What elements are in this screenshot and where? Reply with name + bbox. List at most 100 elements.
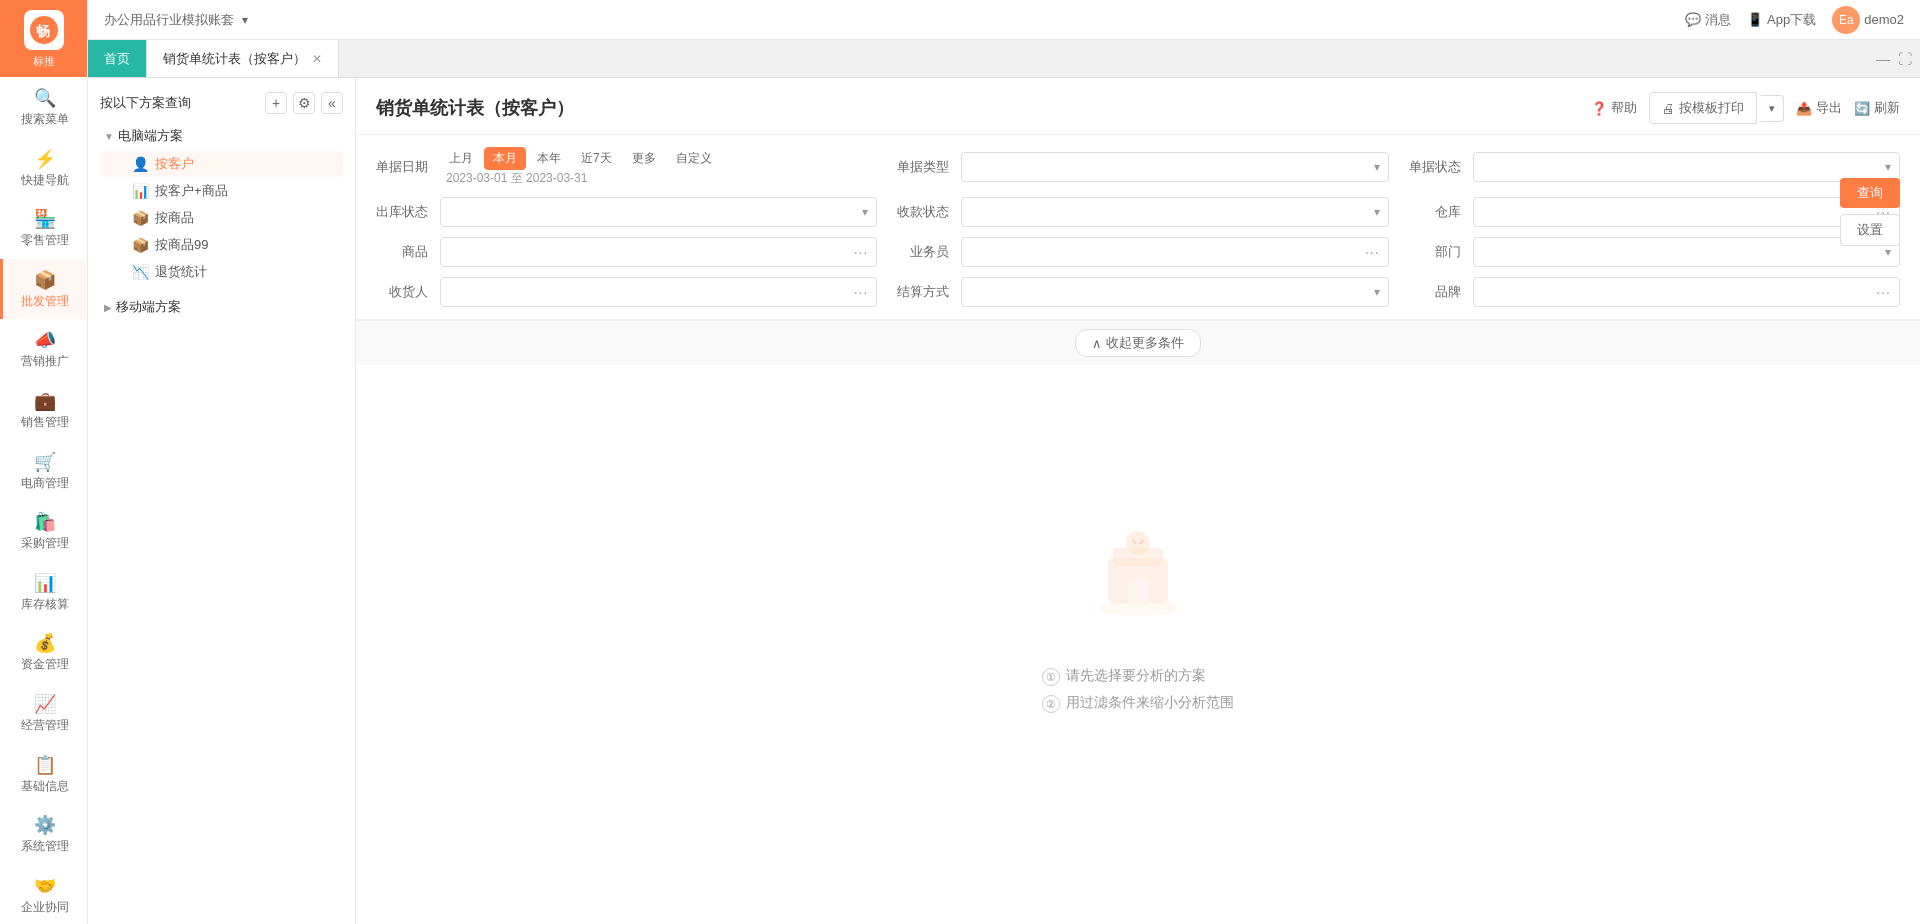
ecom-icon: 🛒 xyxy=(34,451,56,473)
collapse-panel-button[interactable]: « xyxy=(321,92,343,114)
download-icon: 📱 xyxy=(1747,12,1763,27)
empty-state: ① 请先选择要分析的方案 ② 用过滤条件来缩小分析范围 xyxy=(356,365,1920,924)
order-type-input[interactable]: ▾ xyxy=(961,152,1388,182)
refresh-button[interactable]: 🔄 刷新 xyxy=(1854,99,1900,117)
print-button[interactable]: 🖨 按模板打印 ▾ xyxy=(1649,92,1784,124)
sidebar-nav: 🔍 搜索菜单 ⚡ 快捷导航 🏪 零售管理 📦 批发管理 📣 营销推广 💼 销售管… xyxy=(0,77,87,924)
customer-icon: 👤 xyxy=(132,156,149,172)
sidebar-item-inventory[interactable]: 📊 库存核算 xyxy=(0,562,87,623)
warehouse-label: 仓库 xyxy=(1399,203,1469,221)
svg-point-5 xyxy=(1126,531,1150,555)
maximize-icon[interactable]: ⛶ xyxy=(1898,51,1912,67)
more-icon: ··· xyxy=(854,284,869,300)
chevron-down-icon: ▾ xyxy=(1374,285,1380,299)
sidebar-item-enterprise[interactable]: 🤝 企业协同 xyxy=(0,865,87,924)
close-icon[interactable]: ✕ xyxy=(312,52,322,66)
filter-cell-warehouse: 仓库 ··· xyxy=(1399,197,1900,227)
topbar-dropdown[interactable]: ▾ xyxy=(242,13,248,27)
goods-input[interactable]: ··· xyxy=(440,237,877,267)
tree-child-by-goods-99[interactable]: 📦 按商品99 xyxy=(100,232,343,258)
base-info-icon: 📋 xyxy=(34,754,56,776)
sidebar-item-label: 零售管理 xyxy=(21,233,69,249)
date-btn-7days[interactable]: 近7天 xyxy=(572,147,621,170)
sidebar-item-search[interactable]: 🔍 搜索菜单 xyxy=(0,77,87,138)
sidebar-item-purchase[interactable]: 🛍️ 采购管理 xyxy=(0,501,87,562)
minimize-icon[interactable]: — xyxy=(1876,51,1890,67)
hint1-text: 请先选择要分析的方案 xyxy=(1066,667,1206,685)
tab-sales-stats-label: 销货单统计表（按客户） xyxy=(163,50,306,68)
sidebar-item-finance[interactable]: 💰 资金管理 xyxy=(0,622,87,683)
right-panel: 销货单统计表（按客户） ❓ 帮助 🖨 按模板打印 ▾ 📤 xyxy=(356,78,1920,924)
sidebar-item-label: 企业协同 xyxy=(21,900,69,916)
collapse-label: 收起更多条件 xyxy=(1106,334,1184,352)
scheme-settings-button[interactable]: ⚙ xyxy=(293,92,315,114)
sidebar-item-ecom[interactable]: 🛒 电商管理 xyxy=(0,441,87,502)
brand-input[interactable]: ··· xyxy=(1473,277,1900,307)
payment-input[interactable]: ▾ xyxy=(961,277,1388,307)
sidebar-item-marketing[interactable]: 📣 营销推广 xyxy=(0,319,87,380)
settings-button[interactable]: 设置 xyxy=(1840,214,1900,246)
department-label: 部门 xyxy=(1399,243,1469,261)
date-btn-this-month[interactable]: 本月 xyxy=(484,147,526,170)
out-status-label: 出库状态 xyxy=(376,203,436,221)
order-status-input[interactable]: ▾ xyxy=(1473,152,1900,182)
receipt-status-input[interactable]: ▾ xyxy=(961,197,1388,227)
date-btn-this-year[interactable]: 本年 xyxy=(528,147,570,170)
filter-cell-order-type: 单据类型 ▾ xyxy=(887,147,1388,187)
tree-parent-mobile[interactable]: ▶ 移动端方案 xyxy=(96,293,347,321)
date-btn-last-month[interactable]: 上月 xyxy=(440,147,482,170)
out-status-input[interactable]: ▾ xyxy=(440,197,877,227)
marketing-icon: 📣 xyxy=(34,329,56,351)
collapse-icon: « xyxy=(328,95,336,111)
shortcuts-icon: ⚡ xyxy=(34,148,56,170)
tree-child-by-customer-goods[interactable]: 📊 按客户+商品 xyxy=(100,178,343,204)
user-avatar-button[interactable]: Ea demo2 xyxy=(1832,6,1904,34)
tree-child-by-goods[interactable]: 📦 按商品 xyxy=(100,205,343,231)
print-main[interactable]: 🖨 按模板打印 xyxy=(1649,92,1757,124)
payment-label: 结算方式 xyxy=(887,283,957,301)
filter-cell-payment: 结算方式 ▾ xyxy=(887,277,1388,307)
sidebar-item-wholesale[interactable]: 📦 批发管理 xyxy=(0,259,87,320)
tab-sales-stats[interactable]: 销货单统计表（按客户） ✕ xyxy=(147,40,339,77)
tree-child-return-stats[interactable]: 📉 退货统计 xyxy=(100,259,343,285)
user-name: demo2 xyxy=(1864,12,1904,27)
inventory-icon: 📊 xyxy=(34,572,56,594)
messages-button[interactable]: 💬 消息 xyxy=(1685,11,1731,29)
department-input[interactable]: ▾ xyxy=(1473,237,1900,267)
page-actions: ❓ 帮助 🖨 按模板打印 ▾ 📤 导出 xyxy=(1591,92,1900,124)
query-button[interactable]: 查询 xyxy=(1840,178,1900,208)
content-area: 按以下方案查询 + ⚙ « ▼ 电脑端方案 xyxy=(88,78,1920,924)
tree-child-by-customer[interactable]: 👤 按客户 xyxy=(100,151,343,177)
topbar-right: 💬 消息 📱 App下载 Ea demo2 xyxy=(1685,6,1904,34)
filter-row-2: 出库状态 ▾ 收款状态 ▾ 仓库 xyxy=(376,197,1900,227)
app-download-button[interactable]: 📱 App下载 xyxy=(1747,11,1816,29)
help-button[interactable]: ❓ 帮助 xyxy=(1591,99,1637,117)
salesperson-input[interactable]: ··· xyxy=(961,237,1388,267)
print-arrow[interactable]: ▾ xyxy=(1761,95,1784,122)
tree-parent-desktop[interactable]: ▼ 电脑端方案 xyxy=(96,122,347,150)
sidebar-item-retail[interactable]: 🏪 零售管理 xyxy=(0,198,87,259)
tree-child-label: 按商品99 xyxy=(155,236,208,254)
chevron-up-icon: ∧ xyxy=(1092,336,1102,351)
refresh-label: 刷新 xyxy=(1874,99,1900,117)
warehouse-input[interactable]: ··· xyxy=(1473,197,1900,227)
sidebar-item-base-info[interactable]: 📋 基础信息 xyxy=(0,744,87,805)
filter-cell-out-status: 出库状态 ▾ xyxy=(376,197,877,227)
goods-99-icon: 📦 xyxy=(132,237,149,253)
sidebar-item-sys-admin[interactable]: ⚙️ 系统管理 xyxy=(0,804,87,865)
logo-icon: 畅 xyxy=(24,10,64,50)
date-btn-more[interactable]: 更多 xyxy=(623,147,665,170)
export-button[interactable]: 📤 导出 xyxy=(1796,99,1842,117)
consignee-input[interactable]: ··· xyxy=(440,277,877,307)
refresh-icon: 🔄 xyxy=(1854,101,1870,116)
date-btn-custom[interactable]: 自定义 xyxy=(667,147,721,170)
collapse-button[interactable]: ∧ 收起更多条件 xyxy=(1075,329,1201,357)
sidebar-item-sales-mgmt[interactable]: 💼 销售管理 xyxy=(0,380,87,441)
sidebar-item-operations[interactable]: 📈 经营管理 xyxy=(0,683,87,744)
add-scheme-button[interactable]: + xyxy=(265,92,287,114)
plus-icon: + xyxy=(272,95,280,111)
tab-home[interactable]: 首页 xyxy=(88,40,147,77)
left-panel-title: 按以下方案查询 xyxy=(100,94,191,112)
sidebar-item-shortcuts[interactable]: ⚡ 快捷导航 xyxy=(0,138,87,199)
tree-child-label: 按客户+商品 xyxy=(155,182,228,200)
